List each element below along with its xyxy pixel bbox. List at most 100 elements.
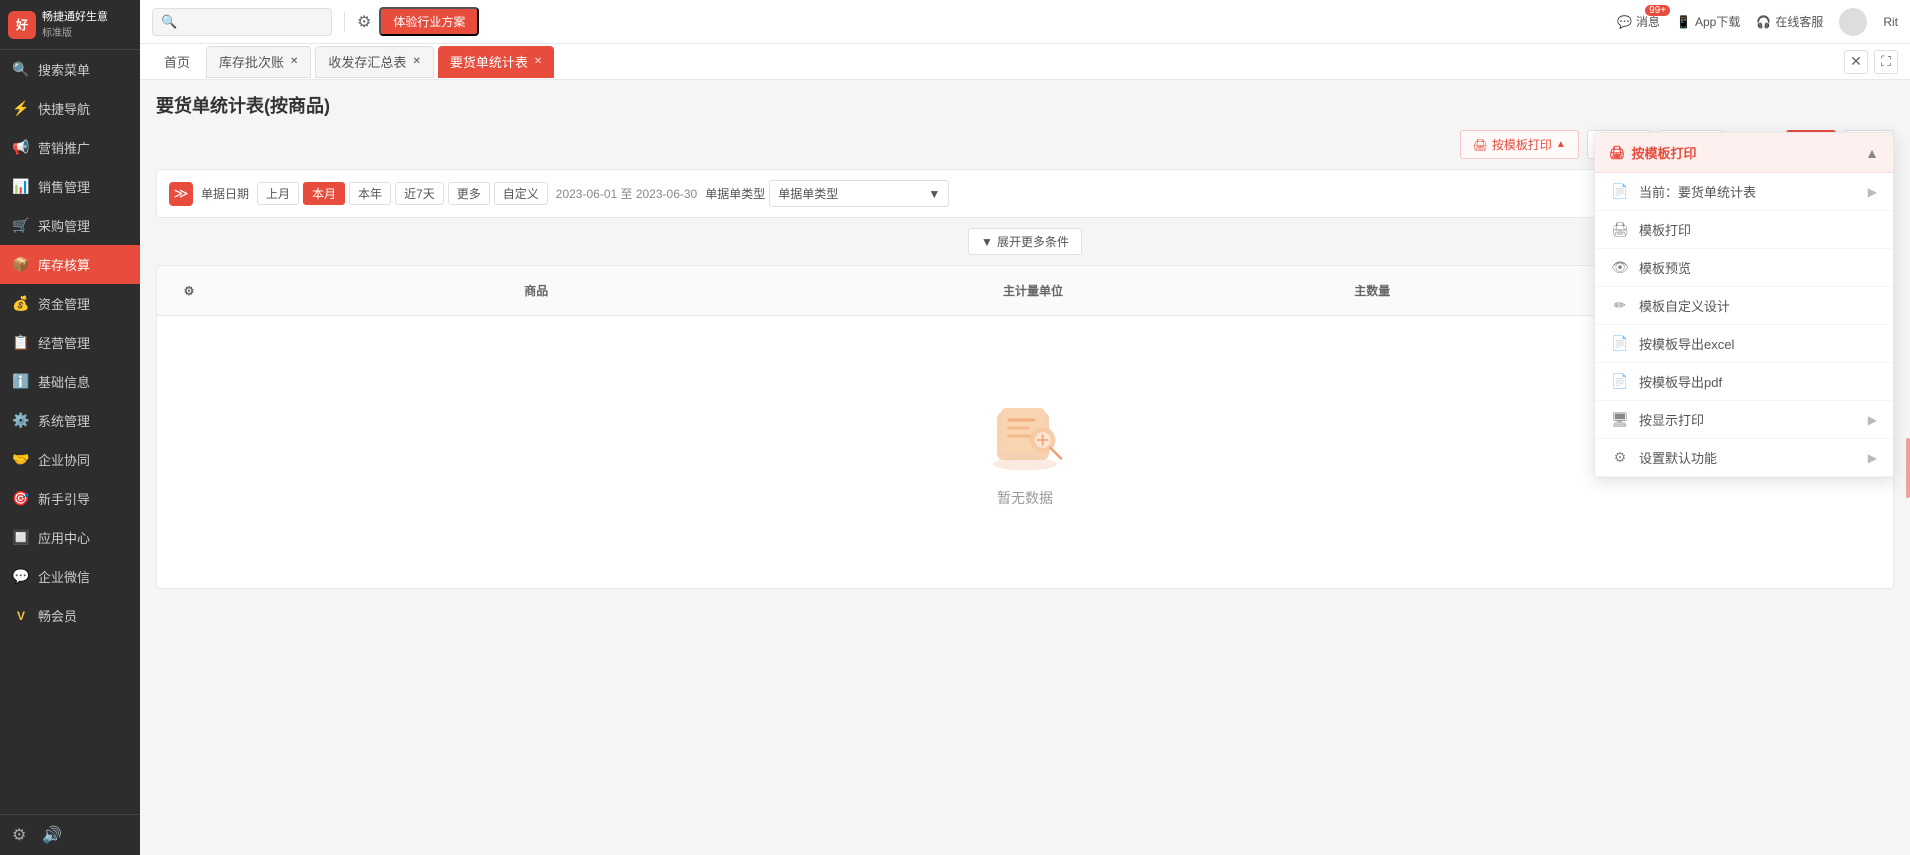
dropdown-display-print[interactable]: 🖥 按显示打印 ▶: [1595, 401, 1893, 439]
dropdown-template-print[interactable]: 🖨 模板打印: [1595, 211, 1893, 249]
dropdown-template-excel[interactable]: 📄 按模板导出excel: [1595, 325, 1893, 363]
tab-close-receipt-summary[interactable]: ✕: [412, 56, 420, 67]
settings-icon[interactable]: ⚙: [12, 825, 26, 845]
empty-text: 暂无数据: [997, 488, 1053, 508]
date-more-button[interactable]: 更多: [448, 182, 490, 205]
close-tab-button[interactable]: ✕: [1844, 50, 1868, 74]
message-icon: 💬: [1617, 15, 1632, 29]
sidebar-item-guide[interactable]: 🎯 新手引导: [0, 479, 140, 518]
sidebar-item-system[interactable]: ⚙️ 系统管理: [0, 401, 140, 440]
sidebar-item-member[interactable]: V 畅会员: [0, 596, 140, 635]
dropdown-set-default[interactable]: ⚙ 设置默认功能 ▶: [1595, 439, 1893, 477]
topbar-search-box[interactable]: 🔍: [152, 8, 332, 36]
home-tab-label: 首页: [164, 52, 190, 71]
search-input[interactable]: [181, 15, 321, 29]
gear-icon: ⚙️: [12, 412, 30, 429]
clipboard-icon: 📋: [12, 334, 30, 351]
filter-expand-button[interactable]: ≫: [169, 182, 193, 206]
money-icon: 💰: [12, 295, 30, 312]
sidebar-item-purchase[interactable]: 🛒 采购管理: [0, 206, 140, 245]
sidebar-item-inventory[interactable]: 📦 库存核算: [0, 245, 140, 284]
messages-button[interactable]: 💬 消息 99+: [1617, 13, 1660, 30]
tab-inventory-batch[interactable]: 库存批次账 ✕: [206, 46, 311, 78]
type-select[interactable]: 单据单类型 ▼: [769, 180, 949, 207]
search-icon: 🔍: [12, 61, 30, 78]
grid-icon: 🔲: [12, 529, 30, 546]
sidebar-item-label: 系统管理: [38, 411, 90, 430]
customer-service-button[interactable]: 🎧 在线客服: [1756, 13, 1823, 30]
printer-icon: 🖨: [1473, 138, 1488, 152]
edit-icon: ✏: [1611, 297, 1629, 314]
type-placeholder: 单据单类型: [778, 185, 838, 202]
dropdown-current-left: 📄 当前：要货单统计表: [1611, 182, 1756, 201]
table-col-quantity: 主数量: [1203, 274, 1542, 307]
dropdown-display-print-label: 按显示打印: [1639, 410, 1704, 429]
date-last-month-button[interactable]: 上月: [257, 182, 299, 205]
tab-home[interactable]: 首页: [152, 46, 202, 78]
sidebar-item-basic-info[interactable]: ℹ️ 基础信息: [0, 362, 140, 401]
sidebar-item-sales[interactable]: 📊 销售管理: [0, 167, 140, 206]
sidebar-menu: 🔍 搜索菜单 ⚡ 快捷导航 📢 营销推广 📊 销售管理 🛒 采购管理 📦 库存核…: [0, 50, 140, 814]
sidebar-item-wechat[interactable]: 💬 企业微信: [0, 557, 140, 596]
dropdown-header: 🖨 按模板打印 ▲: [1595, 133, 1893, 173]
table-col-unit: 主计量单位: [863, 274, 1202, 307]
megaphone-icon: 📢: [12, 139, 30, 156]
settings-icon[interactable]: ⚙: [357, 12, 371, 32]
settings-icon: ⚙: [1611, 449, 1629, 466]
dropdown-set-default-label: 设置默认功能: [1639, 448, 1717, 467]
table-col-checkbox: ⚙: [169, 276, 209, 306]
sidebar-item-operations[interactable]: 📋 经营管理: [0, 323, 140, 362]
vip-icon: V: [12, 609, 30, 623]
tab-close-inventory-batch[interactable]: ✕: [290, 56, 298, 67]
sidebar-item-label: 经营管理: [38, 333, 90, 352]
sidebar-item-finance[interactable]: 💰 资金管理: [0, 284, 140, 323]
scrollbar-indicator[interactable]: [1906, 438, 1910, 498]
dropdown-template-pdf[interactable]: 📄 按模板导出pdf: [1595, 363, 1893, 401]
sidebar-item-search[interactable]: 🔍 搜索菜单: [0, 50, 140, 89]
date-last-7-days-button[interactable]: 近7天: [395, 182, 444, 205]
dropdown-template-preview[interactable]: 👁 模板预览: [1595, 249, 1893, 287]
date-this-year-button[interactable]: 本年: [349, 182, 391, 205]
chevron-right-icon: ▶: [1868, 451, 1877, 465]
sidebar-item-enterprise[interactable]: 🤝 企业协同: [0, 440, 140, 479]
chevron-up-icon[interactable]: ▲: [1865, 145, 1879, 161]
order-stats-tab-label: 要货单统计表: [450, 52, 528, 71]
expand-more-button[interactable]: ▼ 展开更多条件: [968, 228, 1082, 255]
expand-tab-button[interactable]: ⛶: [1874, 50, 1898, 74]
sidebar-item-label: 新手引导: [38, 489, 90, 508]
receipt-summary-tab-label: 收发存汇总表: [328, 52, 406, 71]
sidebar-item-label: 销售管理: [38, 177, 90, 196]
user-avatar[interactable]: [1839, 8, 1867, 36]
sidebar-item-shortcut[interactable]: ⚡ 快捷导航: [0, 89, 140, 128]
tab-order-stats[interactable]: 要货单统计表 ✕: [438, 46, 554, 78]
settings-icon[interactable]: ⚙: [184, 284, 195, 298]
template-print-dropdown: 🖨 按模板打印 ▲ 📄 当前：要货单统计表 ▶ 🖨 模板打印 👁: [1594, 132, 1894, 478]
dropdown-current-item[interactable]: 📄 当前：要货单统计表 ▶: [1595, 173, 1893, 211]
sidebar-item-marketing[interactable]: 📢 营销推广: [0, 128, 140, 167]
sidebar-item-app-center[interactable]: 🔲 应用中心: [0, 518, 140, 557]
date-this-month-button[interactable]: 本月: [303, 182, 345, 205]
service-label: 在线客服: [1775, 13, 1823, 30]
dropdown-template-custom[interactable]: ✏ 模板自定义设计: [1595, 287, 1893, 325]
app-name: 畅捷通好生意: [42, 10, 108, 24]
date-custom-button[interactable]: 自定义: [494, 182, 548, 205]
sidebar-item-label: 快捷导航: [38, 99, 90, 118]
empty-icon: [975, 396, 1075, 476]
target-icon: 🎯: [12, 490, 30, 507]
tab-bar: 首页 库存批次账 ✕ 收发存汇总表 ✕ 要货单统计表 ✕ ✕ ⛶: [140, 44, 1910, 80]
inventory-batch-tab-label: 库存批次账: [219, 52, 284, 71]
dropdown-template-preview-label: 模板预览: [1639, 258, 1691, 277]
dropdown-template-custom-label: 模板自定义设计: [1639, 296, 1730, 315]
sound-icon[interactable]: 🔊: [42, 825, 62, 845]
info-icon: ℹ️: [12, 373, 30, 390]
template-print-button[interactable]: 🖨 按模板打印 ▲: [1460, 130, 1579, 159]
promo-button[interactable]: 体验行业方案: [379, 7, 479, 36]
table-col-product: 商品: [209, 274, 863, 307]
tab-receipt-summary[interactable]: 收发存汇总表 ✕: [315, 46, 433, 78]
sidebar-item-label: 基础信息: [38, 372, 90, 391]
tab-close-order-stats[interactable]: ✕: [534, 56, 542, 67]
dropdown-current-label: 当前：要货单统计表: [1639, 182, 1756, 201]
sidebar: 好 畅捷通好生意 标准版 🔍 搜索菜单 ⚡ 快捷导航 📢 营销推广 📊 销售管理…: [0, 0, 140, 855]
cart-icon: 🛒: [12, 217, 30, 234]
app-download-button[interactable]: 📱 App下载: [1676, 13, 1740, 30]
